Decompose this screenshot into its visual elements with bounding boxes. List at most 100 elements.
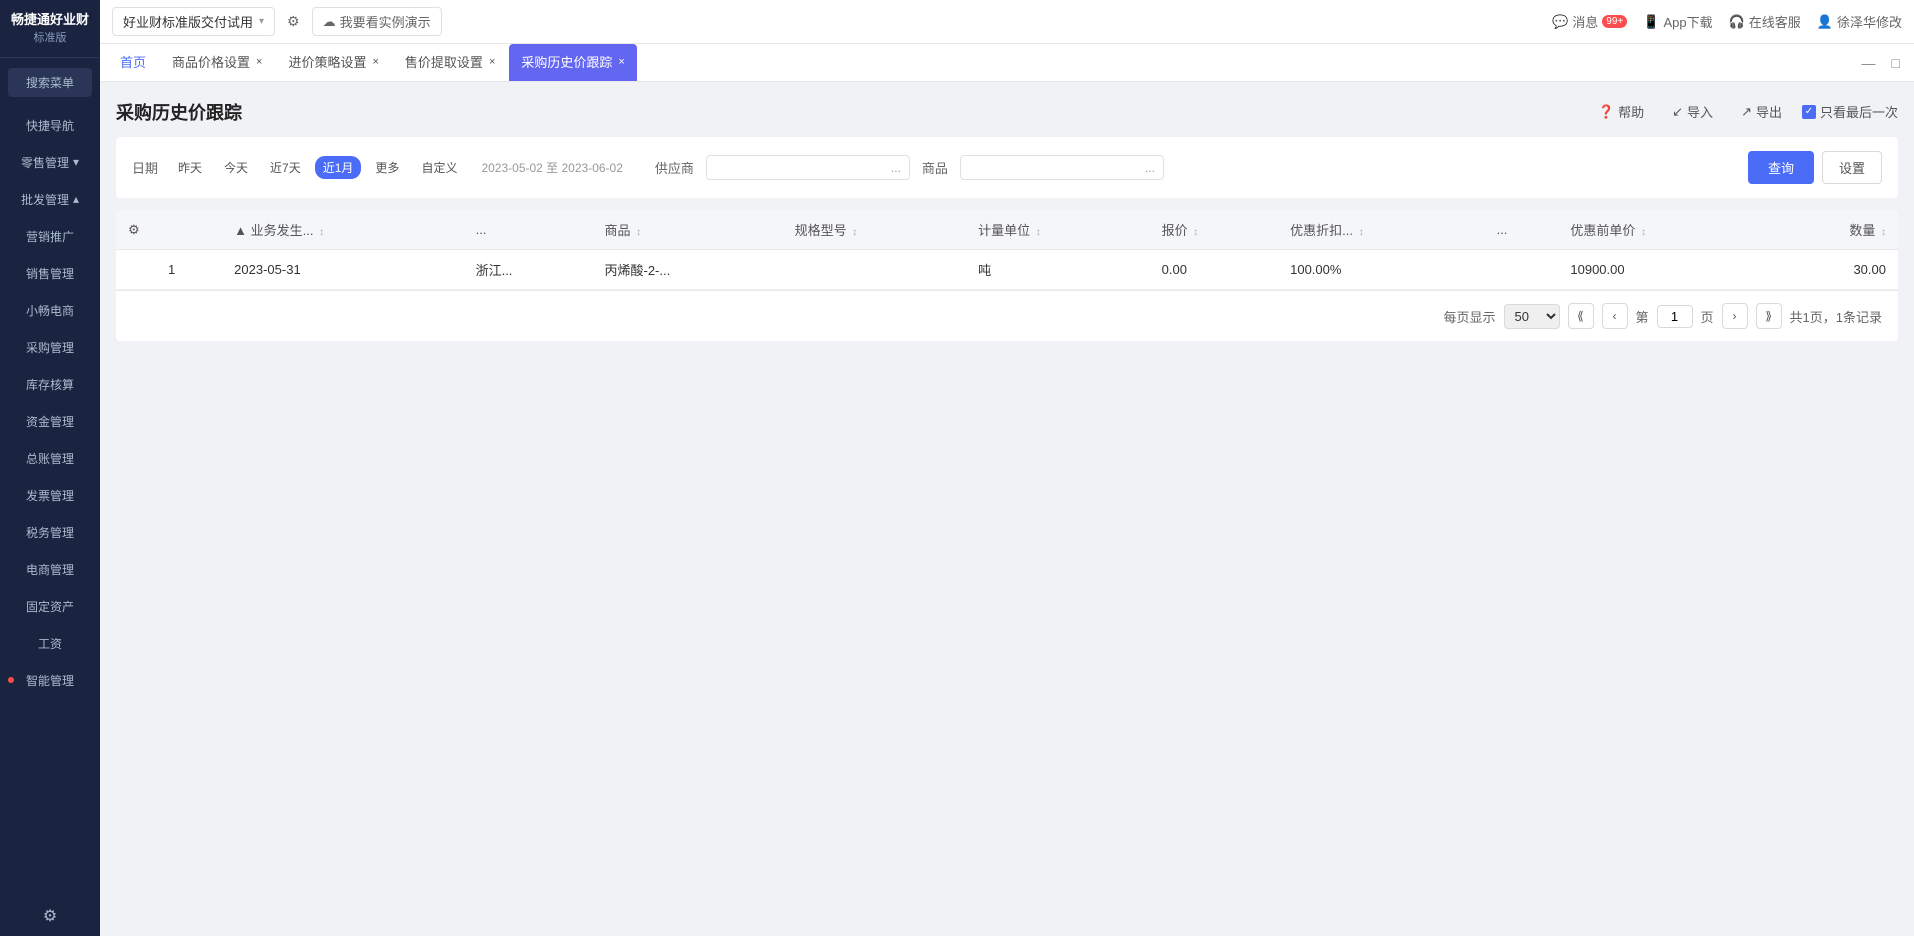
first-page-button[interactable]: ⟪: [1568, 303, 1594, 329]
sidebar-item-quicknav[interactable]: 快捷导航: [0, 107, 100, 144]
data-table-wrap: ⚙ ▲ 业务发生... ↕ ... 商品 ↕: [116, 210, 1898, 341]
col-goods[interactable]: 商品 ↕: [592, 210, 782, 250]
product-selector[interactable]: 好业财标准版交付试用 ▾: [112, 7, 275, 36]
row-supplier: 浙江...: [464, 250, 593, 290]
col-date[interactable]: ▲ 业务发生... ↕: [222, 210, 463, 250]
minimize-button[interactable]: —: [1856, 53, 1882, 73]
col-price[interactable]: 报价 ↕: [1150, 210, 1278, 250]
sidebar-item-purchase[interactable]: 采购管理: [0, 329, 100, 366]
col-pre-discount-price[interactable]: 优惠前单价 ↕: [1558, 210, 1769, 250]
headset-icon: 🎧: [1729, 14, 1745, 30]
row-qty: 30.00: [1769, 250, 1898, 290]
prev-page-button[interactable]: ‹: [1602, 303, 1628, 329]
col-more2[interactable]: ...: [1485, 210, 1559, 250]
only-last-checkbox-wrap[interactable]: ✓ 只看最后一次: [1802, 102, 1898, 121]
col-no: [156, 210, 222, 250]
col-unit[interactable]: 计量单位 ↕: [966, 210, 1150, 250]
tab-close-icon[interactable]: ×: [372, 56, 378, 68]
row-no: 1: [156, 250, 222, 290]
phone-icon: 📱: [1643, 14, 1659, 30]
data-table: ⚙ ▲ 业务发生... ↕ ... 商品 ↕: [116, 210, 1898, 290]
goods-more-icon[interactable]: ...: [1145, 161, 1155, 175]
settings-icon[interactable]: ⚙: [43, 908, 57, 925]
col-spec[interactable]: 规格型号 ↕: [783, 210, 967, 250]
chevron-up-icon: ▴: [73, 192, 79, 206]
gear-icon[interactable]: ⚙: [128, 222, 140, 237]
row-discount: 100.00%: [1278, 250, 1484, 290]
page-title: 采购历史价跟踪: [116, 99, 242, 125]
dot-indicator: [8, 677, 14, 683]
query-button[interactable]: 查询: [1748, 151, 1814, 184]
sidebar-item-finance[interactable]: 资金管理: [0, 403, 100, 440]
export-button[interactable]: ↗ 导出: [1733, 98, 1790, 125]
sidebar-item-tax[interactable]: 税务管理: [0, 514, 100, 551]
col-more[interactable]: ...: [464, 210, 593, 250]
page-actions: ❓ 帮助 ↙ 导入 ↗ 导出 ✓ 只看最后一次: [1590, 98, 1898, 125]
message-badge: 99+: [1602, 15, 1627, 28]
help-button[interactable]: ❓ 帮助: [1590, 98, 1652, 125]
total-info: 共1页，1条记录: [1790, 307, 1882, 326]
import-button[interactable]: ↙ 导入: [1664, 98, 1721, 125]
sidebar-item-retail[interactable]: 零售管理 ▾: [0, 144, 100, 181]
date-1month[interactable]: 近1月: [315, 156, 362, 179]
sidebar-item-sales[interactable]: 销售管理: [0, 255, 100, 292]
settings-button[interactable]: 设置: [1822, 151, 1882, 184]
filter-actions: 查询 设置: [1748, 151, 1882, 184]
last-page-button[interactable]: ⟫: [1756, 303, 1782, 329]
messages-button[interactable]: 💬 消息 99+: [1552, 12, 1627, 31]
col-discount[interactable]: 优惠折扣... ↕: [1278, 210, 1484, 250]
date-today[interactable]: 今天: [216, 156, 256, 179]
sort-icon: ↕: [636, 227, 641, 238]
tab-close-icon[interactable]: ×: [618, 56, 624, 68]
date-yesterday[interactable]: 昨天: [170, 156, 210, 179]
page-number-input[interactable]: [1657, 305, 1693, 328]
tabbar-window-controls: — □: [1856, 53, 1906, 73]
demo-button[interactable]: ☁ 我要看实例演示: [312, 7, 442, 36]
chevron-down-icon: ▾: [73, 155, 79, 169]
tab-goods-price[interactable]: 商品价格设置 ×: [160, 44, 274, 81]
date-more[interactable]: 更多: [367, 156, 407, 179]
sidebar-search-wrap[interactable]: 搜索菜单: [0, 58, 100, 107]
sidebar-bottom: ⚙: [0, 896, 100, 936]
tab-sale-price-extract[interactable]: 售价提取设置 ×: [393, 44, 507, 81]
topbar-settings-icon[interactable]: ⚙: [283, 9, 304, 34]
sidebar-item-fixed-assets[interactable]: 固定资产: [0, 588, 100, 625]
table-body: 1 2023-05-31 浙江... 丙烯酸-2-... 吨 0.00 100.…: [116, 250, 1898, 290]
goods-input[interactable]: [969, 160, 1145, 175]
sidebar-item-smart[interactable]: 智能管理: [0, 662, 100, 699]
date-custom[interactable]: 自定义: [413, 156, 465, 179]
tab-close-icon[interactable]: ×: [256, 56, 262, 68]
col-gear[interactable]: ⚙: [116, 210, 156, 250]
product-title: 好业财标准版交付试用: [123, 12, 253, 31]
sort-icon: ↕: [1359, 227, 1364, 238]
row-pre-discount-price: 10900.00: [1558, 250, 1769, 290]
page-size-select[interactable]: 50 20 100: [1504, 304, 1560, 329]
sidebar-item-wholesale[interactable]: 批发管理 ▴: [0, 181, 100, 218]
app-download-button[interactable]: 📱 App下载: [1643, 12, 1712, 31]
sidebar-item-invoice[interactable]: 发票管理: [0, 477, 100, 514]
date-7days[interactable]: 近7天: [262, 156, 309, 179]
maximize-button[interactable]: □: [1886, 53, 1906, 73]
online-service-button[interactable]: 🎧 在线客服: [1729, 12, 1801, 31]
search-menu-button[interactable]: 搜索菜单: [8, 68, 92, 97]
tab-close-icon[interactable]: ×: [489, 56, 495, 68]
sidebar-item-marketing[interactable]: 营销推广: [0, 218, 100, 255]
supplier-input[interactable]: [715, 160, 891, 175]
tab-purchase-strategy[interactable]: 进价策略设置 ×: [276, 44, 390, 81]
sidebar-item-ecommerce-small[interactable]: 小畅电商: [0, 292, 100, 329]
row-unit: 吨: [966, 250, 1150, 290]
tab-purchase-history-price[interactable]: 采购历史价跟踪 ×: [509, 44, 636, 81]
sidebar-item-ledger[interactable]: 总账管理: [0, 440, 100, 477]
tab-home[interactable]: 首页: [108, 44, 158, 81]
user-menu-button[interactable]: 👤 徐泽华修改: [1817, 12, 1902, 31]
row-date: 2023-05-31: [222, 250, 463, 290]
table-header: ⚙ ▲ 业务发生... ↕ ... 商品 ↕: [116, 210, 1898, 250]
row-price: 0.00: [1150, 250, 1278, 290]
col-qty[interactable]: 数量 ↕: [1769, 210, 1898, 250]
sidebar-item-ecommerce[interactable]: 电商管理: [0, 551, 100, 588]
app-edition: 标准版: [8, 29, 92, 45]
next-page-button[interactable]: ›: [1722, 303, 1748, 329]
sidebar-item-inventory[interactable]: 库存核算: [0, 366, 100, 403]
sidebar-item-payroll[interactable]: 工资: [0, 625, 100, 662]
supplier-more-icon[interactable]: ...: [891, 161, 901, 175]
